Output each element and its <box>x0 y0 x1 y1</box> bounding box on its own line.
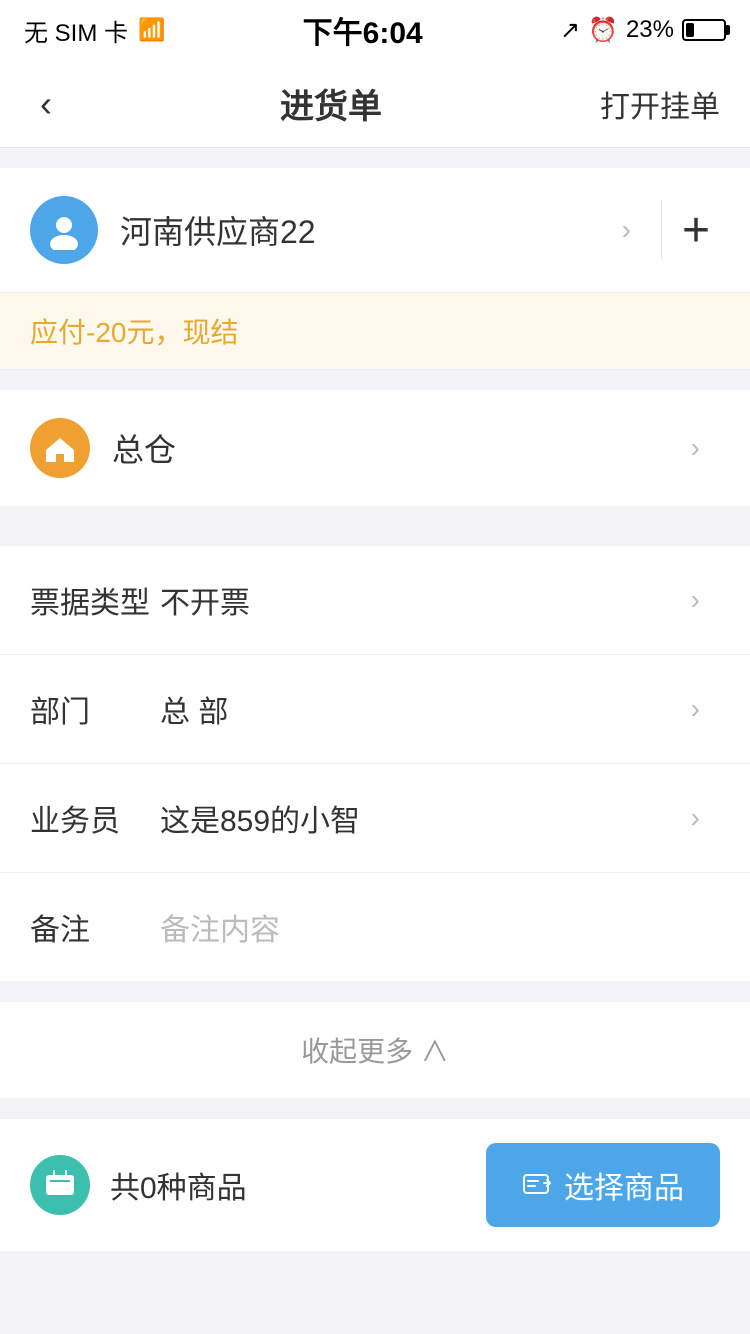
invoice-value: 不开票 <box>150 578 691 622</box>
sales-rep-chevron-icon: › <box>691 802 700 834</box>
section-gap-3 <box>0 506 750 526</box>
warehouse-icon <box>30 418 90 478</box>
select-product-label: 选择商品 <box>564 1163 684 1207</box>
warehouse-chevron-icon: › <box>691 432 700 464</box>
remark-row[interactable]: 备注 备注内容 <box>0 873 750 981</box>
select-product-icon <box>522 1169 554 1201</box>
sales-rep-value: 这是859的小智 <box>150 796 691 840</box>
warehouse-section[interactable]: 总仓 › <box>0 390 750 506</box>
invoice-chevron-icon: › <box>691 584 700 616</box>
status-time: 下午6:04 <box>303 8 423 52</box>
collapse-row[interactable]: 收起更多 ∧ <box>0 1001 750 1098</box>
collapse-label: 收起更多 ∧ <box>301 1030 449 1070</box>
invoice-label: 票据类型 <box>30 578 150 622</box>
add-supplier-button[interactable]: + <box>672 203 720 258</box>
supplier-section: 河南供应商22 › + 应付-20元，现结 <box>0 168 750 370</box>
department-value: 总 部 <box>150 687 691 731</box>
battery-percent: 23% <box>626 16 674 44</box>
warehouse-row[interactable]: 总仓 › <box>0 390 750 506</box>
remark-label: 备注 <box>30 905 150 949</box>
status-right: ↗ ⏰ 23% <box>560 16 726 45</box>
supplier-avatar <box>30 196 98 264</box>
notice-text: 应付-20元，现结 <box>30 317 238 348</box>
supplier-chevron-icon: › <box>622 214 631 246</box>
sales-rep-label: 业务员 <box>30 796 150 840</box>
divider <box>661 200 662 260</box>
supplier-row[interactable]: 河南供应商22 › + <box>0 168 750 293</box>
section-gap-1 <box>0 148 750 168</box>
status-bar: 无 SIM 卡 📶 下午6:04 ↗ ⏰ 23% <box>0 0 750 60</box>
open-pending-button[interactable]: 打开挂单 <box>600 82 720 126</box>
warehouse-house-icon <box>42 430 78 466</box>
notice-banner: 应付-20元，现结 <box>0 293 750 370</box>
wifi-icon: 📶 <box>138 17 165 43</box>
bottom-bar: 共0种商品 选择商品 <box>0 1118 750 1251</box>
battery-icon <box>682 19 726 41</box>
user-icon <box>44 210 84 250</box>
product-count-text: 共0种商品 <box>110 1163 486 1207</box>
department-row[interactable]: 部门 总 部 › <box>0 655 750 764</box>
alarm-icon: ⏰ <box>588 16 618 45</box>
department-label: 部门 <box>30 687 150 731</box>
supplier-name: 河南供应商22 <box>120 207 622 253</box>
nav-bar: ‹ 进货单 打开挂单 <box>0 60 750 148</box>
form-section: 票据类型 不开票 › 部门 总 部 › 业务员 这是859的小智 › 备注 备注… <box>0 546 750 981</box>
product-count-icon <box>30 1155 90 1215</box>
remark-input[interactable]: 备注内容 <box>150 905 720 949</box>
carrier-label: 无 SIM 卡 <box>24 13 128 48</box>
location-icon: ↗ <box>560 16 580 45</box>
invoice-row[interactable]: 票据类型 不开票 › <box>0 546 750 655</box>
sales-rep-row[interactable]: 业务员 这是859的小智 › <box>0 764 750 873</box>
warehouse-name: 总仓 <box>112 425 691 471</box>
status-left: 无 SIM 卡 📶 <box>24 13 165 48</box>
department-chevron-icon: › <box>691 693 700 725</box>
page-title: 进货单 <box>280 79 382 128</box>
select-product-button[interactable]: 选择商品 <box>486 1143 720 1227</box>
section-gap-2 <box>0 370 750 390</box>
back-button[interactable]: ‹ <box>30 73 62 135</box>
cart-icon <box>42 1167 78 1203</box>
